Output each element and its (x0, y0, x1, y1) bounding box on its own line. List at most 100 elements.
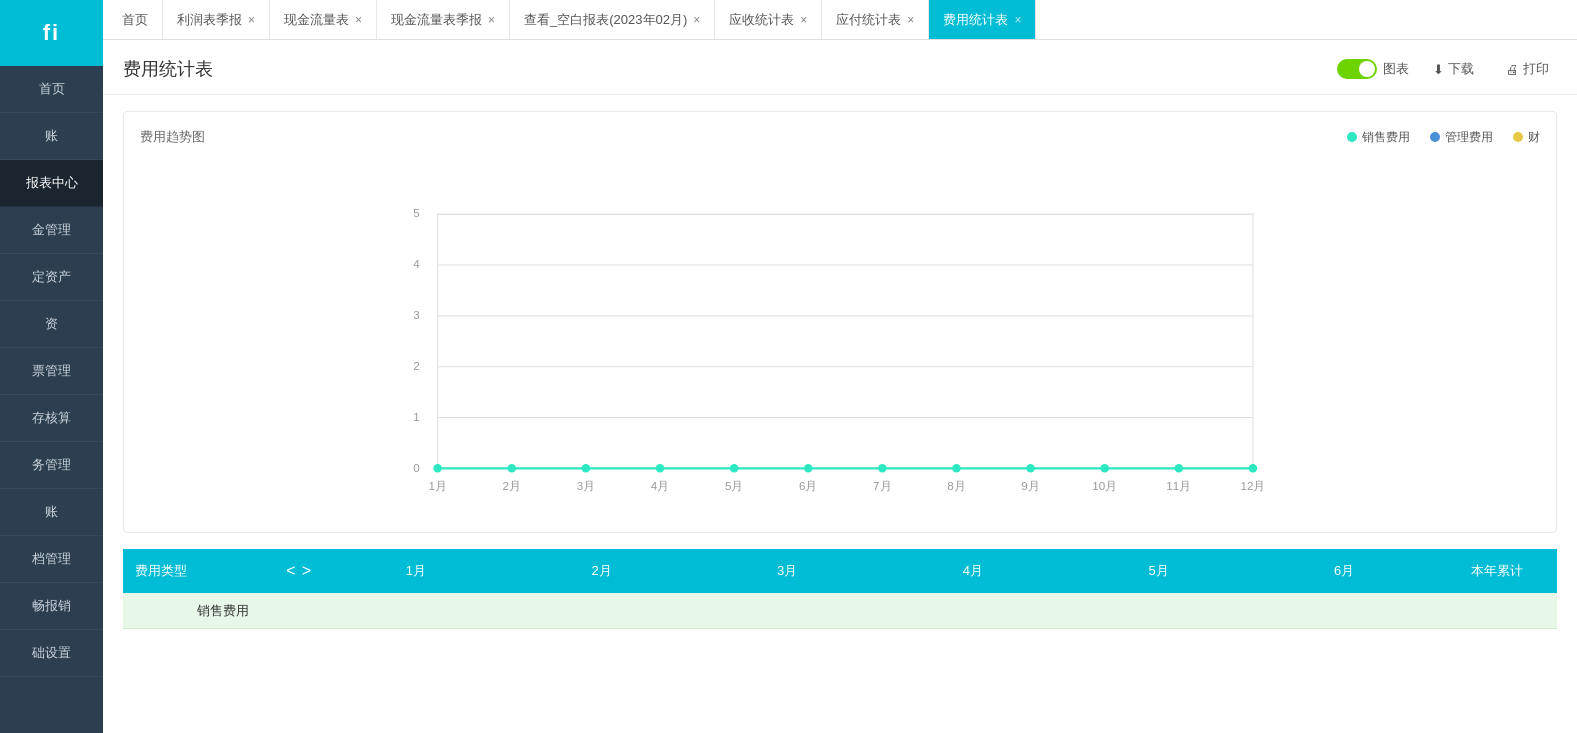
th-month-5: 5月 (1066, 562, 1252, 580)
th-month-4: 4月 (880, 562, 1066, 580)
app-logo: fi (0, 0, 103, 66)
header-actions: 图表 ⬇ 下载 🖨 打印 (1337, 56, 1557, 82)
svg-text:1: 1 (413, 410, 419, 423)
th-month-1: 1月 (323, 562, 509, 580)
sidebar-item-ledger[interactable]: 账 (0, 489, 103, 536)
chart-dot (730, 464, 738, 472)
print-button[interactable]: 🖨 打印 (1498, 56, 1557, 82)
svg-text:4: 4 (413, 257, 420, 270)
chart-dot (878, 464, 886, 472)
legend-admin-expense: 管理费用 (1430, 129, 1493, 146)
svg-text:7月: 7月 (873, 479, 891, 492)
svg-text:9月: 9月 (1021, 479, 1039, 492)
svg-text:12月: 12月 (1240, 479, 1265, 492)
download-button[interactable]: ⬇ 下载 (1425, 56, 1482, 82)
print-icon: 🖨 (1506, 62, 1519, 77)
page-header: 费用统计表 图表 ⬇ 下载 🖨 打印 (103, 40, 1577, 95)
download-icon: ⬇ (1433, 62, 1444, 77)
table-next-btn[interactable]: > (302, 563, 311, 579)
line-chart-svg: 0 1 2 3 4 5 (140, 156, 1540, 516)
sidebar-item-file-mgmt[interactable]: 档管理 (0, 536, 103, 583)
table-prev-btn[interactable]: < (286, 563, 295, 579)
sidebar-item-inventory[interactable]: 存核算 (0, 395, 103, 442)
table-section: 费用类型 < > 1月 2月 3月 4月 5月 6月 本年累计 销售费用 (123, 549, 1557, 629)
close-cashflow-quarterly[interactable]: × (488, 13, 495, 27)
svg-text:3月: 3月 (577, 479, 595, 492)
chart-container: 0 1 2 3 4 5 (140, 156, 1540, 516)
tab-home[interactable]: 首页 (108, 0, 163, 39)
table-header-row: 费用类型 < > 1月 2月 3月 4月 5月 6月 本年累计 (123, 549, 1557, 593)
td-type-0: 销售费用 (123, 602, 323, 620)
svg-text:8月: 8月 (947, 479, 965, 492)
svg-text:0: 0 (413, 461, 420, 474)
th-month-2: 2月 (509, 562, 695, 580)
chart-dot (508, 464, 516, 472)
legend-dot-sales (1347, 132, 1357, 142)
tab-cashflow[interactable]: 现金流量表 × (270, 0, 377, 39)
chart-section: 费用趋势图 销售费用 管理费用 财 (123, 111, 1557, 533)
th-type: 费用类型 < > (123, 562, 323, 580)
sidebar-item-service-mgmt[interactable]: 务管理 (0, 442, 103, 489)
legend-dot-finance (1513, 132, 1523, 142)
chart-toggle-label: 图表 (1383, 60, 1409, 78)
close-profit-report[interactable]: × (248, 13, 255, 27)
sidebar-item-fund-mgmt[interactable]: 金管理 (0, 207, 103, 254)
table-row: 销售费用 (123, 593, 1557, 629)
sidebar-item-home[interactable]: 首页 (0, 66, 103, 113)
svg-text:10月: 10月 (1092, 479, 1117, 492)
chart-dot (433, 464, 441, 472)
svg-text:5: 5 (413, 206, 419, 219)
tab-expense[interactable]: 费用统计表 × (929, 0, 1036, 39)
svg-text:5月: 5月 (725, 479, 743, 492)
sidebar: fi 首页 账 报表中心 金管理 定资产 资 票管理 存核算 务管理 账 档管理… (0, 0, 103, 733)
close-blank-report[interactable]: × (693, 13, 700, 27)
legend-dot-admin (1430, 132, 1440, 142)
svg-text:11月: 11月 (1166, 479, 1191, 492)
th-month-6: 6月 (1251, 562, 1437, 580)
close-payable[interactable]: × (907, 13, 914, 27)
svg-text:3: 3 (413, 308, 419, 321)
chart-dot (804, 464, 812, 472)
chart-dot (952, 464, 960, 472)
content-area: 费用统计表 图表 ⬇ 下载 🖨 打印 (103, 40, 1577, 733)
chart-dot (1026, 464, 1034, 472)
tab-cashflow-quarterly[interactable]: 现金流量表季报 × (377, 0, 510, 39)
close-receivable[interactable]: × (800, 13, 807, 27)
sidebar-item-fixed-assets[interactable]: 定资产 (0, 254, 103, 301)
sidebar-item-settings[interactable]: 础设置 (0, 630, 103, 677)
tab-receivable[interactable]: 应收统计表 × (715, 0, 822, 39)
sidebar-item-sales[interactable]: 畅报销 (0, 583, 103, 630)
legend-finance-expense: 财 (1513, 129, 1540, 146)
chart-dot (1175, 464, 1183, 472)
svg-text:2月: 2月 (503, 479, 521, 492)
sidebar-item-investment[interactable]: 资 (0, 301, 103, 348)
chart-toggle-wrapper: 图表 (1337, 59, 1409, 79)
chart-toggle[interactable] (1337, 59, 1377, 79)
svg-text:4月: 4月 (651, 479, 669, 492)
tab-blank-report[interactable]: 查看_空白报表(2023年02月) × (510, 0, 715, 39)
chart-dot (1100, 464, 1108, 472)
th-month-3: 3月 (694, 562, 880, 580)
tab-bar: 首页 利润表季报 × 现金流量表 × 现金流量表季报 × 查看_空白报表(202… (103, 0, 1577, 40)
svg-text:1月: 1月 (428, 479, 446, 492)
tab-profit-report[interactable]: 利润表季报 × (163, 0, 270, 39)
sidebar-item-report-center[interactable]: 报表中心 (0, 160, 103, 207)
sidebar-item-ticket-mgmt[interactable]: 票管理 (0, 348, 103, 395)
svg-text:6月: 6月 (799, 479, 817, 492)
sidebar-item-account[interactable]: 账 (0, 113, 103, 160)
chart-legend: 销售费用 管理费用 财 (1347, 129, 1540, 146)
close-cashflow[interactable]: × (355, 13, 362, 27)
chart-title: 费用趋势图 (140, 128, 205, 146)
close-expense[interactable]: × (1014, 13, 1021, 27)
main-area: 首页 利润表季报 × 现金流量表 × 现金流量表季报 × 查看_空白报表(202… (103, 0, 1577, 733)
svg-rect-12 (438, 214, 1253, 468)
chart-dot (1249, 464, 1257, 472)
page-title: 费用统计表 (123, 57, 213, 81)
legend-sales-expense: 销售费用 (1347, 129, 1410, 146)
tab-payable[interactable]: 应付统计表 × (822, 0, 929, 39)
svg-text:2: 2 (413, 359, 419, 372)
chart-dot (582, 464, 590, 472)
chart-dot (656, 464, 664, 472)
content-inner: 费用统计表 图表 ⬇ 下载 🖨 打印 (103, 40, 1577, 733)
th-total: 本年累计 (1437, 562, 1557, 580)
